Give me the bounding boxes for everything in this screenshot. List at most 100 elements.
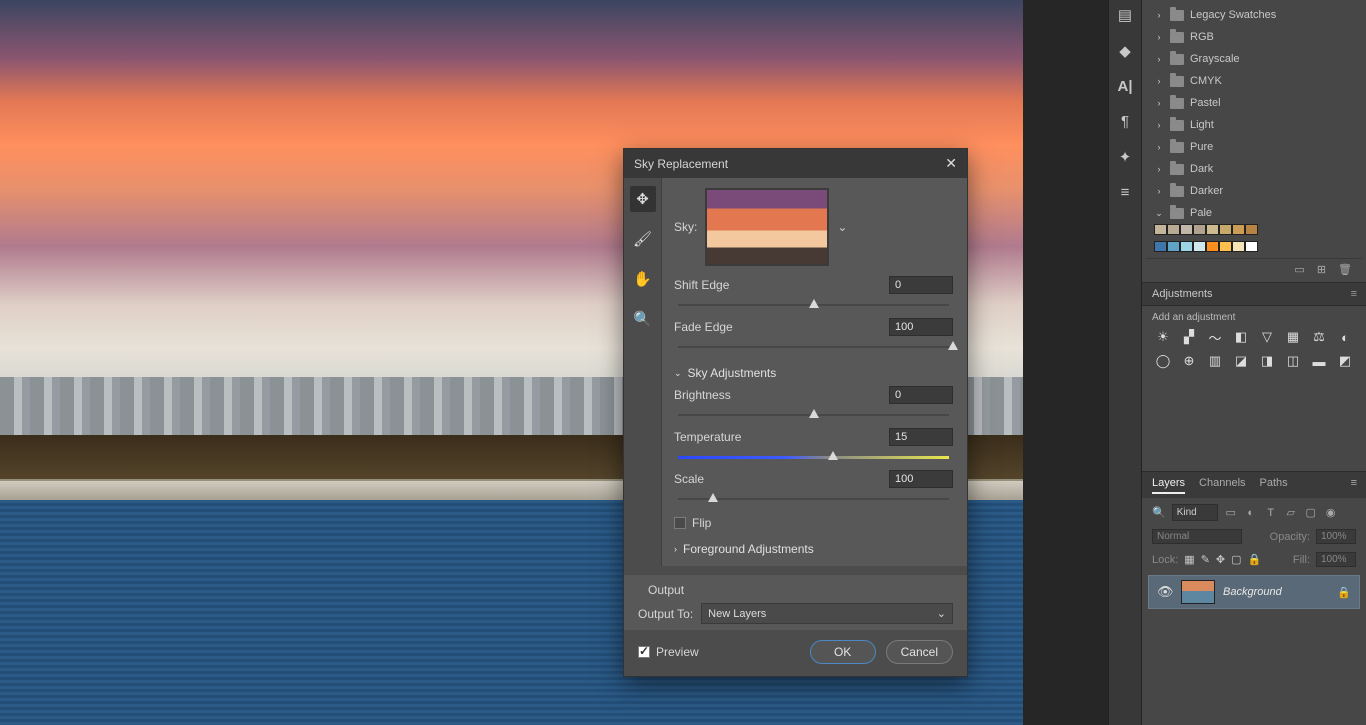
gradient-map-icon[interactable]: ▬ — [1310, 353, 1328, 369]
hue-sat-icon[interactable]: ▦ — [1284, 329, 1302, 345]
filter-smart-icon[interactable]: ▢ — [1304, 506, 1318, 520]
color-balance-icon[interactable]: ⚖ — [1310, 329, 1328, 345]
cancel-button[interactable]: Cancel — [886, 640, 953, 664]
swatch[interactable] — [1219, 224, 1232, 235]
zoom-tool-icon[interactable]: 🔍 — [630, 306, 656, 332]
swatch-row[interactable] — [1146, 241, 1362, 258]
swatch[interactable] — [1232, 224, 1245, 235]
layer-background[interactable]: 👁 Background 🔒 — [1148, 575, 1360, 609]
photo-filter-icon[interactable]: ◯ — [1154, 353, 1172, 369]
panel-menu-icon[interactable]: ≡ — [1351, 477, 1356, 494]
scale-slider[interactable] — [674, 492, 953, 506]
fade-edge-slider[interactable] — [674, 340, 953, 354]
swatch-group-pastel[interactable]: ›Pastel — [1146, 92, 1362, 114]
adjustments-header[interactable]: Adjustments≡ — [1142, 282, 1366, 306]
swatch[interactable] — [1180, 241, 1193, 252]
swatch[interactable] — [1245, 241, 1258, 252]
layer-thumbnail[interactable] — [1181, 580, 1215, 604]
filter-shape-icon[interactable]: ▱ — [1284, 506, 1298, 520]
move-tool-icon[interactable]: ✥ — [630, 186, 656, 212]
swatch[interactable] — [1180, 224, 1193, 235]
settings-icon[interactable]: ≡ — [1121, 184, 1130, 201]
lock-all-icon[interactable]: 🔒 — [1248, 553, 1262, 566]
foreground-adjustments-header[interactable]: ›Foreground Adjustments — [674, 542, 953, 556]
swatch[interactable] — [1154, 224, 1167, 235]
panel-menu-icon[interactable]: ≡ — [1351, 288, 1356, 300]
lock-pixels-icon[interactable]: ▦ — [1184, 553, 1194, 566]
swatch-group-grayscale[interactable]: ›Grayscale — [1146, 48, 1362, 70]
brush-tool-icon[interactable]: 🖌 — [630, 226, 656, 252]
fill-value[interactable]: 100% — [1316, 552, 1356, 567]
curves-icon[interactable]: 〜 — [1206, 329, 1224, 345]
tab-layers[interactable]: Layers — [1152, 477, 1185, 494]
swatch-group-legacy[interactable]: ›Legacy Swatches — [1146, 4, 1362, 26]
swatch-row[interactable] — [1146, 224, 1362, 241]
selective-icon[interactable]: ◩ — [1336, 353, 1354, 369]
layer-kind-select[interactable] — [1172, 504, 1218, 521]
vibrance-icon[interactable]: ▽ — [1258, 329, 1276, 345]
swatch[interactable] — [1232, 241, 1245, 252]
threshold-icon[interactable]: ◫ — [1284, 353, 1302, 369]
swatch[interactable] — [1167, 241, 1180, 252]
posterize-icon[interactable]: ◨ — [1258, 353, 1276, 369]
swatch-group-pale[interactable]: ⌄Pale — [1146, 202, 1362, 224]
brightness-input[interactable] — [889, 386, 953, 404]
swatch[interactable] — [1206, 241, 1219, 252]
swatch[interactable] — [1167, 224, 1180, 235]
brightness-icon[interactable]: ☀ — [1154, 329, 1172, 345]
swatch[interactable] — [1193, 241, 1206, 252]
sky-dropdown-icon[interactable]: ⌄ — [837, 220, 847, 234]
filter-adjust-icon[interactable]: ◐ — [1244, 506, 1258, 520]
invert-icon[interactable]: ◪ — [1232, 353, 1250, 369]
shift-edge-input[interactable] — [889, 276, 953, 294]
swatch-group-darker[interactable]: ›Darker — [1146, 180, 1362, 202]
exposure-icon[interactable]: ◧ — [1232, 329, 1250, 345]
opacity-value[interactable]: 100% — [1316, 529, 1356, 544]
sky-preview[interactable] — [705, 188, 829, 266]
swatch-group-cmyk[interactable]: ›CMYK — [1146, 70, 1362, 92]
tab-paths[interactable]: Paths — [1260, 477, 1288, 494]
bw-icon[interactable]: ◐ — [1336, 329, 1354, 345]
blend-mode-select[interactable]: Normal — [1152, 529, 1242, 544]
brightness-slider[interactable] — [674, 408, 953, 422]
shift-edge-slider[interactable] — [674, 298, 953, 312]
lock-position-icon[interactable]: ✥ — [1216, 553, 1225, 566]
trash-icon[interactable]: 🗑 — [1338, 263, 1352, 276]
channel-mixer-icon[interactable]: ⊕ — [1180, 353, 1198, 369]
new-group-icon[interactable]: ▭ — [1294, 263, 1304, 276]
lut-icon[interactable]: ▥ — [1206, 353, 1224, 369]
flip-checkbox[interactable] — [674, 517, 686, 529]
swatch-group-rgb[interactable]: ›RGB — [1146, 26, 1362, 48]
swatch[interactable] — [1154, 241, 1167, 252]
color-icon[interactable]: ◆ — [1119, 42, 1131, 60]
new-swatch-icon[interactable]: ⊞ — [1317, 263, 1326, 276]
sky-adjustments-header[interactable]: ⌄Sky Adjustments — [674, 366, 953, 380]
swatches-icon[interactable]: ▤ — [1118, 6, 1132, 24]
filter-toggle-icon[interactable]: ◉ — [1324, 506, 1338, 520]
swatch[interactable] — [1193, 224, 1206, 235]
temperature-input[interactable] — [889, 428, 953, 446]
preview-checkbox[interactable] — [638, 646, 650, 658]
swatch[interactable] — [1245, 224, 1258, 235]
hand-tool-icon[interactable]: ✋ — [630, 266, 656, 292]
swatch-group-dark[interactable]: ›Dark — [1146, 158, 1362, 180]
swatch[interactable] — [1219, 241, 1232, 252]
character-icon[interactable]: A| — [1117, 78, 1132, 95]
visibility-icon[interactable]: 👁 — [1157, 584, 1173, 600]
ok-button[interactable]: OK — [810, 640, 876, 664]
scale-input[interactable] — [889, 470, 953, 488]
output-to-select[interactable]: New Layers⌄ — [701, 603, 953, 624]
close-icon[interactable]: ✕ — [945, 155, 957, 172]
paragraph-icon[interactable]: ¶ — [1121, 113, 1129, 130]
lock-artboard-icon[interactable]: ▢ — [1231, 553, 1241, 566]
temperature-slider[interactable] — [674, 450, 953, 464]
swatch-group-pure[interactable]: ›Pure — [1146, 136, 1362, 158]
fade-edge-input[interactable] — [889, 318, 953, 336]
tab-channels[interactable]: Channels — [1199, 477, 1245, 494]
levels-icon[interactable]: ▞ — [1180, 329, 1198, 345]
swatch[interactable] — [1206, 224, 1219, 235]
dialog-titlebar[interactable]: Sky Replacement ✕ — [624, 149, 967, 178]
lock-brush-icon[interactable]: ✎ — [1201, 553, 1210, 566]
swatch-group-light[interactable]: ›Light — [1146, 114, 1362, 136]
filter-type-icon[interactable]: T — [1264, 506, 1278, 520]
